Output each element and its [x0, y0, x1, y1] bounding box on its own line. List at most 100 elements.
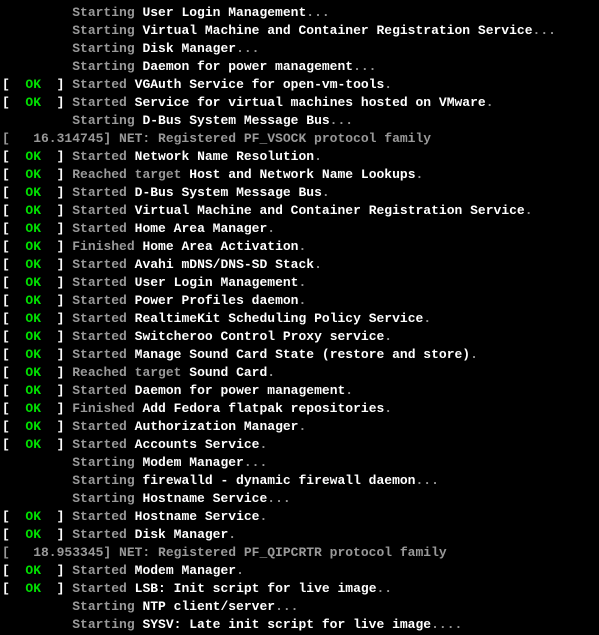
bracket-open: [ [2, 221, 25, 236]
bracket-open: [ [2, 293, 25, 308]
status-ok: OK [25, 383, 41, 398]
bracket-open: [ [2, 329, 25, 344]
tail: ... [236, 41, 259, 56]
status-ok: OK [25, 185, 41, 200]
boot-line: [ OK ] Started Disk Manager. [2, 526, 597, 544]
tail: . [384, 329, 392, 344]
status-ok: OK [25, 203, 41, 218]
service-name: Manage Sound Card State (restore and sto… [135, 347, 470, 362]
boot-line: [ OK ] Started User Login Management. [2, 274, 597, 292]
status-ok: OK [25, 437, 41, 452]
status-verb: Started [72, 77, 134, 92]
tail: ... [533, 23, 556, 38]
boot-line: [ OK ] Started Power Profiles daemon. [2, 292, 597, 310]
status-verb: Starting [72, 491, 142, 506]
service-name: VGAuth Service for open-vm-tools [135, 77, 385, 92]
bracket-close: ] [41, 347, 72, 362]
boot-line: Starting Daemon for power management... [2, 58, 597, 76]
boot-line: [ OK ] Started D-Bus System Message Bus. [2, 184, 597, 202]
boot-line: [ OK ] Finished Add Fedora flatpak repos… [2, 400, 597, 418]
tail: . [236, 563, 244, 578]
status-ok: OK [25, 509, 41, 524]
bracket-open: [ [2, 239, 25, 254]
service-name: Hostname Service [135, 509, 260, 524]
boot-line: Starting firewalld - dynamic firewall da… [2, 472, 597, 490]
bracket-close: ] [41, 419, 72, 434]
boot-line: [ OK ] Started Service for virtual machi… [2, 94, 597, 112]
indent [2, 41, 72, 56]
status-ok: OK [25, 77, 41, 92]
boot-line: Starting Hostname Service... [2, 490, 597, 508]
tail: . [298, 293, 306, 308]
status-verb: Started [72, 437, 134, 452]
status-ok: OK [25, 275, 41, 290]
bracket-open: [ [2, 419, 25, 434]
bracket-open: [ [2, 527, 25, 542]
status-ok: OK [25, 329, 41, 344]
tail: . [298, 239, 306, 254]
bracket-close: ] [41, 293, 72, 308]
status-ok: OK [25, 365, 41, 380]
status-verb: Starting [72, 5, 142, 20]
service-name: D-Bus System Message Bus [142, 113, 329, 128]
tail: . [416, 167, 424, 182]
boot-line: Starting SYSV: Late init script for live… [2, 616, 597, 634]
boot-line: [ OK ] Started RealtimeKit Scheduling Po… [2, 310, 597, 328]
service-name: Disk Manager [142, 41, 236, 56]
indent [2, 23, 72, 38]
status-verb: Started [72, 419, 134, 434]
status-ok: OK [25, 221, 41, 236]
status-verb: Started [72, 95, 134, 110]
boot-line: Starting Disk Manager... [2, 40, 597, 58]
bracket-close: ] [41, 329, 72, 344]
bracket-close: ] [41, 167, 72, 182]
service-name: Host and Network Name Lookups [189, 167, 415, 182]
status-ok: OK [25, 347, 41, 362]
service-name: D-Bus System Message Bus [135, 185, 322, 200]
bracket-open: [ [2, 257, 25, 272]
service-name: Daemon for power management [135, 383, 346, 398]
boot-line: [ OK ] Started Daemon for power manageme… [2, 382, 597, 400]
bracket-close: ] [41, 239, 72, 254]
tail: . [345, 383, 353, 398]
service-name: Power Profiles daemon [135, 293, 299, 308]
boot-console: Starting User Login Management... Starti… [0, 0, 599, 635]
service-name: Modem Manager [142, 455, 243, 470]
service-name: firewalld - dynamic firewall daemon [142, 473, 415, 488]
bracket-open: [ [2, 203, 25, 218]
service-name: Virtual Machine and Container Registrati… [135, 203, 525, 218]
service-name: Avahi mDNS/DNS-SD Stack [135, 257, 314, 272]
boot-line: [ OK ] Started Manage Sound Card State (… [2, 346, 597, 364]
status-verb: Starting [72, 473, 142, 488]
bracket-open: [ [2, 311, 25, 326]
service-name: Authorization Manager [135, 419, 299, 434]
boot-line: [ OK ] Reached target Host and Network N… [2, 166, 597, 184]
status-ok: OK [25, 419, 41, 434]
status-verb: Started [72, 221, 134, 236]
bracket-close: ] [41, 257, 72, 272]
boot-line: [ OK ] Started Modem Manager. [2, 562, 597, 580]
bracket-open: [ [2, 437, 25, 452]
bracket-close: ] [41, 365, 72, 380]
status-verb: Starting [72, 599, 142, 614]
tail: . [259, 509, 267, 524]
tail: . [314, 149, 322, 164]
bracket-open: [ [2, 275, 25, 290]
tail: . [267, 221, 275, 236]
service-name: Home Area Activation [142, 239, 298, 254]
bracket-close: ] [41, 563, 72, 578]
boot-line: [ OK ] Started Hostname Service. [2, 508, 597, 526]
boot-line: Starting User Login Management... [2, 4, 597, 22]
tail: . [486, 95, 494, 110]
indent [2, 491, 72, 506]
status-ok: OK [25, 95, 41, 110]
service-name: Virtual Machine and Container Registrati… [142, 23, 532, 38]
boot-line: [ OK ] Reached target Sound Card. [2, 364, 597, 382]
tail: . [525, 203, 533, 218]
bracket-close: ] [41, 401, 72, 416]
service-name: Service for virtual machines hosted on V… [135, 95, 486, 110]
tail: . [267, 365, 275, 380]
bracket-open: [ [2, 563, 25, 578]
bracket-open: [ [2, 347, 25, 362]
indent [2, 59, 72, 74]
